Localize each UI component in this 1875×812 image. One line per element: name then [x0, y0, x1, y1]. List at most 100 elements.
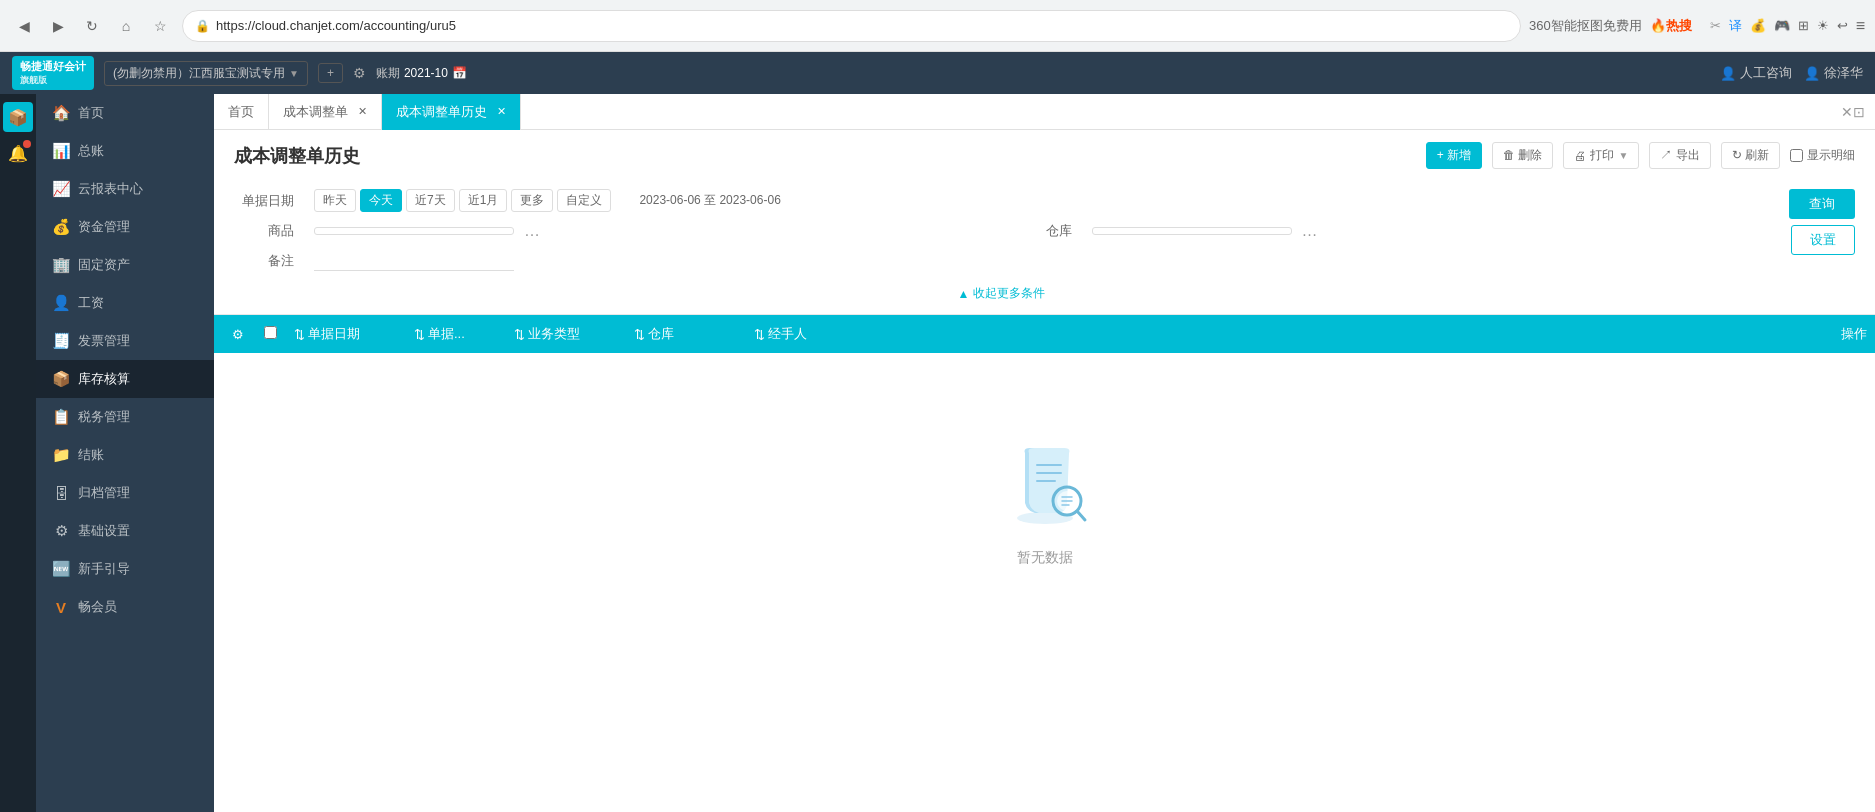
settings-icon-btn[interactable]: ⚙ — [353, 65, 366, 81]
print-label: 打印 — [1590, 147, 1614, 164]
calendar-icon[interactable]: 📅 — [452, 66, 467, 80]
warehouse-more-dots[interactable]: … — [1302, 222, 1318, 240]
sidebar-label-vip: 畅会员 — [78, 598, 117, 616]
sidebar-item-tax[interactable]: 📋 税务管理 — [36, 398, 214, 436]
tab-cost-adjust-history[interactable]: 成本调整单历史 ✕ — [382, 94, 521, 130]
date-btn-today[interactable]: 今天 — [360, 189, 402, 212]
date-btn-1month[interactable]: 近1月 — [459, 189, 508, 212]
show-columns-input[interactable] — [1790, 149, 1803, 162]
print-btn[interactable]: 🖨 打印 ▼ — [1563, 142, 1639, 169]
tab-bar-right: ✕ ⊡ — [1841, 104, 1875, 120]
empty-text: 暂无数据 — [1017, 549, 1073, 567]
sidebar-item-inventory[interactable]: 📦 库存核算 — [36, 360, 214, 398]
period-label: 账期 — [376, 65, 400, 82]
date-btn-custom[interactable]: 自定义 — [557, 189, 611, 212]
home-button[interactable]: ⌂ — [112, 12, 140, 40]
sidebar-item-ledger[interactable]: 📊 总账 — [36, 132, 214, 170]
tab-home[interactable]: 首页 — [214, 94, 269, 130]
empty-illustration — [995, 433, 1095, 533]
company-selector[interactable]: (勿删勿禁用）江西服宝测试专用 ▼ — [104, 61, 308, 86]
user-name[interactable]: 👤 徐泽华 — [1804, 64, 1863, 82]
tab-cost-adjust[interactable]: 成本调整单 ✕ — [269, 94, 382, 130]
export-btn[interactable]: ↗ 导出 — [1649, 142, 1710, 169]
sidebar-item-home[interactable]: 🏠 首页 — [36, 94, 214, 132]
invoice-icon: 🧾 — [52, 332, 70, 350]
show-columns-checkbox[interactable]: 显示明细 — [1790, 147, 1855, 164]
goods-select[interactable] — [314, 227, 514, 235]
date-filter-label: 单据日期 — [234, 192, 294, 210]
sidebar-label-finance: 资金管理 — [78, 218, 130, 236]
th-type[interactable]: ⇅ 业务类型 — [506, 325, 626, 343]
restore-tabs-btn[interactable]: ⊡ — [1853, 104, 1865, 120]
sidebar-label-guide: 新手引导 — [78, 560, 130, 578]
th-checkbox[interactable] — [254, 326, 286, 342]
icon-sidebar-notification[interactable]: 🔔 — [3, 138, 33, 168]
ledger-icon: 📊 — [52, 142, 70, 160]
tab-cost-adjust-close[interactable]: ✕ — [358, 105, 367, 118]
guide-icon: 🆕 — [52, 560, 70, 578]
notes-input[interactable] — [314, 250, 514, 271]
sidebar-item-vip[interactable]: V 畅会员 — [36, 588, 214, 626]
collapse-button[interactable]: ▲ 收起更多条件 — [234, 281, 1769, 302]
address-bar[interactable]: 🔒 https://cloud.chanjet.com/accounting/u… — [182, 10, 1521, 42]
th-person[interactable]: ⇅ 经手人 — [746, 325, 866, 343]
sidebar-item-finance[interactable]: 💰 资金管理 — [36, 208, 214, 246]
forward-button[interactable]: ▶ — [44, 12, 72, 40]
sidebar-item-closing[interactable]: 📁 结账 — [36, 436, 214, 474]
setting-button[interactable]: 设置 — [1791, 225, 1855, 255]
add-company-btn[interactable]: + — [318, 63, 343, 83]
add-btn[interactable]: + 新增 — [1426, 142, 1482, 169]
th-type-text: 业务类型 — [528, 325, 580, 343]
th-date-label: ⇅ — [294, 327, 305, 342]
user-service[interactable]: 👤 人工咨询 — [1720, 64, 1792, 82]
logo-text: 畅捷通好会计 — [20, 59, 86, 74]
th-warehouse[interactable]: ⇅ 仓库 — [626, 325, 746, 343]
th-date[interactable]: ⇅ 单据日期 — [286, 325, 406, 343]
refresh-btn[interactable]: ↻ 刷新 — [1721, 142, 1780, 169]
delete-btn[interactable]: 🗑 删除 — [1492, 142, 1553, 169]
service-label: 人工咨询 — [1740, 64, 1792, 82]
date-btn-7days[interactable]: 近7天 — [406, 189, 455, 212]
sidebar-item-guide[interactable]: 🆕 新手引导 — [36, 550, 214, 588]
tool-menu[interactable]: ≡ — [1856, 17, 1865, 35]
date-btn-more[interactable]: 更多 — [511, 189, 553, 212]
sidebar-item-archive[interactable]: 🗄 归档管理 — [36, 474, 214, 512]
app-bar-right: 👤 人工咨询 👤 徐泽华 — [1720, 64, 1863, 82]
date-btn-yesterday[interactable]: 昨天 — [314, 189, 356, 212]
th-num-text: 单据... — [428, 325, 465, 343]
sidebar-item-reports[interactable]: 📈 云报表中心 — [36, 170, 214, 208]
th-warehouse-text: 仓库 — [648, 325, 674, 343]
back-button[interactable]: ◀ — [10, 12, 38, 40]
sidebar-item-salary[interactable]: 👤 工资 — [36, 284, 214, 322]
goods-more-dots[interactable]: … — [524, 222, 540, 240]
th-ops-text: 操作 — [1841, 326, 1867, 341]
sidebar-item-assets[interactable]: 🏢 固定资产 — [36, 246, 214, 284]
tab-home-label: 首页 — [228, 103, 254, 121]
query-button[interactable]: 查询 — [1789, 189, 1855, 219]
lock-icon: 🔒 — [195, 19, 210, 33]
page-actions: + 新增 🗑 删除 🖨 打印 ▼ ↗ 导出 ↻ 刷新 显示明细 — [1426, 142, 1855, 169]
warehouse-select[interactable] — [1092, 227, 1292, 235]
app-bar: 畅捷通好会计 旗舰版 (勿删勿禁用）江西服宝测试专用 ▼ + ⚙ 账期 2021… — [0, 52, 1875, 94]
th-number[interactable]: ⇅ 单据... — [406, 325, 506, 343]
tool-wallet: 💰 — [1750, 18, 1766, 33]
show-columns-label: 显示明细 — [1807, 147, 1855, 164]
app-bar-left: 畅捷通好会计 旗舰版 (勿删勿禁用）江西服宝测试专用 ▼ + ⚙ 账期 2021… — [12, 56, 467, 90]
sidebar-item-settings[interactable]: ⚙ 基础设置 — [36, 512, 214, 550]
sidebar-label-tax: 税务管理 — [78, 408, 130, 426]
icon-sidebar-active-item[interactable]: 📦 — [3, 102, 33, 132]
company-name: (勿删勿禁用）江西服宝测试专用 — [113, 65, 285, 82]
select-all-checkbox[interactable] — [264, 326, 277, 339]
home-icon: 🏠 — [52, 104, 70, 122]
th-type-sort: ⇅ — [514, 327, 525, 342]
tab-cost-adjust-history-close[interactable]: ✕ — [497, 105, 506, 118]
tool-grid: ⊞ — [1798, 18, 1809, 33]
refresh-button[interactable]: ↻ — [78, 12, 106, 40]
close-all-tabs-btn[interactable]: ✕ — [1841, 104, 1853, 120]
th-settings[interactable]: ⚙ — [222, 327, 254, 342]
star-button[interactable]: ☆ — [146, 12, 174, 40]
icon-sidebar: 📦 🔔 — [0, 94, 36, 812]
collapse-label: 收起更多条件 — [973, 285, 1045, 302]
sidebar-label-settings: 基础设置 — [78, 522, 130, 540]
sidebar-item-invoice[interactable]: 🧾 发票管理 — [36, 322, 214, 360]
